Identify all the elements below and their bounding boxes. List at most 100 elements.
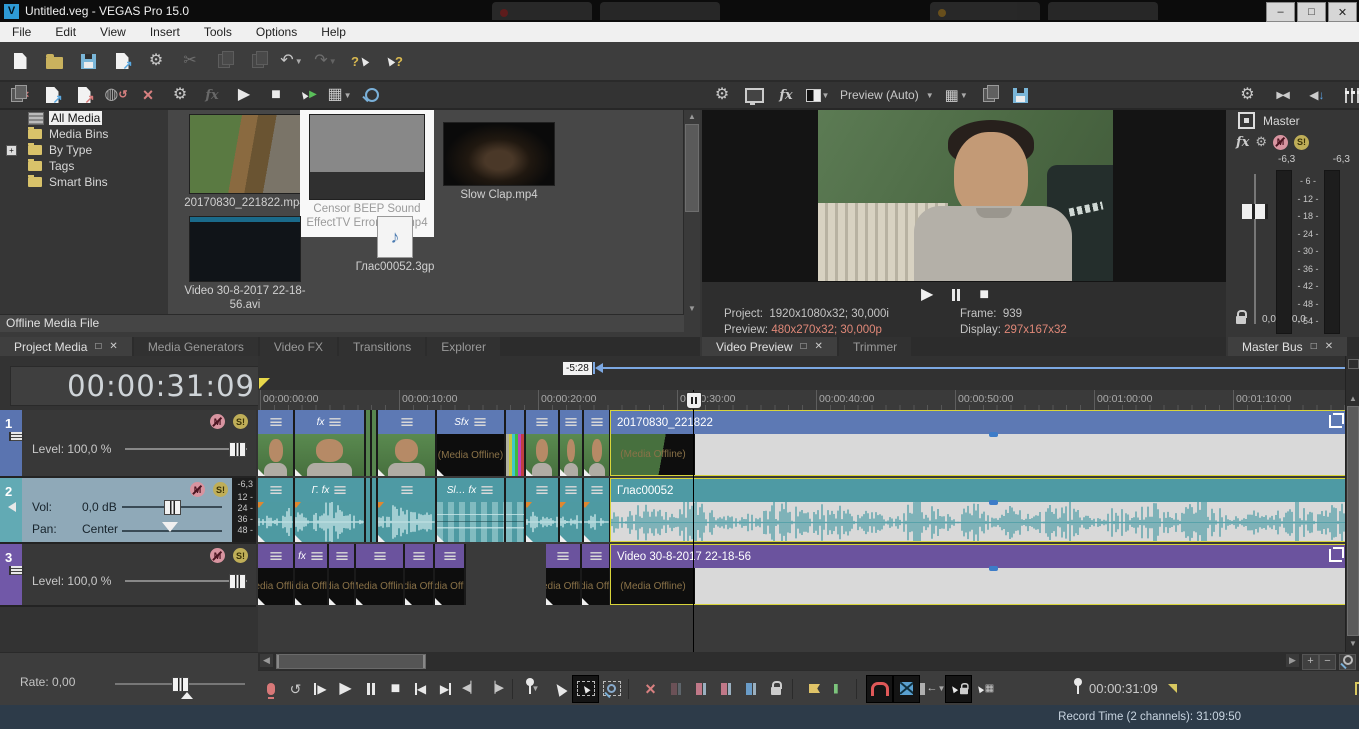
- go-to-start-icon[interactable]: ◀: [408, 676, 433, 702]
- menu-item-insert[interactable]: Insert: [138, 22, 192, 42]
- transport-timecode[interactable]: 00:00:31:09: [1089, 681, 1158, 696]
- play-icon[interactable]: ▶: [333, 676, 358, 702]
- media-scrollbar[interactable]: ▲ ▼: [683, 110, 700, 315]
- external-monitor-icon[interactable]: [740, 81, 768, 109]
- master-fader-handle[interactable]: [1242, 204, 1268, 219]
- master-fx-icon[interactable]: fx: [1236, 135, 1249, 150]
- timeline-clip[interactable]: [584, 410, 611, 476]
- new-project-icon[interactable]: [6, 47, 34, 75]
- timeline-clip[interactable]: (Media Offline): [582, 544, 611, 605]
- timeline-clip-selected[interactable]: Глас00052: [610, 478, 1345, 542]
- track2-volume-slider[interactable]: [122, 500, 222, 515]
- record-icon[interactable]: [258, 676, 283, 702]
- timeline-clip[interactable]: [506, 410, 526, 476]
- zoom-tool-icon[interactable]: [1339, 654, 1356, 670]
- insert-region-icon[interactable]: [827, 676, 852, 702]
- timeline-clip[interactable]: fx(Media Offline): [295, 544, 329, 605]
- previous-frame-icon[interactable]: ◀▏: [458, 676, 483, 702]
- timeline-clip[interactable]: [506, 478, 526, 542]
- tab-media-generators[interactable]: Media Generators: [133, 337, 258, 356]
- pan-crop-icon[interactable]: [1329, 415, 1342, 428]
- open-project-icon[interactable]: [40, 47, 68, 75]
- preview-quality-dropdown[interactable]: Preview (Auto) ▼: [840, 88, 935, 102]
- import-media-icon[interactable]: [38, 81, 66, 109]
- lock-event-icon[interactable]: [763, 676, 788, 702]
- auto-crossfade-icon[interactable]: [893, 674, 920, 703]
- next-frame-icon[interactable]: ▕▶: [483, 676, 508, 702]
- enable-snapping-icon[interactable]: [866, 674, 893, 703]
- pan-crop-icon[interactable]: [1329, 549, 1342, 562]
- timeline-clip[interactable]: [258, 410, 295, 476]
- whats-this-help-icon[interactable]: ?: [380, 47, 408, 75]
- expand-icon[interactable]: +: [6, 144, 17, 156]
- go-to-end-icon[interactable]: ▶: [433, 676, 458, 702]
- menu-item-edit[interactable]: Edit: [43, 22, 88, 42]
- downmix-output-icon[interactable]: ▶◀: [1269, 81, 1296, 109]
- timeline-clip[interactable]: (Media Offline): [258, 544, 295, 605]
- overlays-icon[interactable]: ▦ ▼: [943, 81, 971, 109]
- fader-lock-icon[interactable]: [1236, 309, 1247, 324]
- marker-bar[interactable]: -5:28: [258, 356, 1345, 390]
- track3-level-slider[interactable]: [125, 574, 247, 589]
- restore-tab-icon[interactable]: □: [801, 341, 807, 352]
- mixer-preview-fader-icon[interactable]: [1338, 81, 1359, 109]
- save-snapshot-icon[interactable]: [1007, 81, 1035, 109]
- undo-icon[interactable]: ↶ ▼: [278, 47, 306, 75]
- timeline-clip[interactable]: (Media Offline): [435, 544, 466, 605]
- stop-preview-icon[interactable]: ■: [262, 81, 290, 109]
- auto-preview-icon[interactable]: ▶: [294, 81, 322, 109]
- automation-settings-icon[interactable]: [1255, 134, 1267, 150]
- timeline-clip[interactable]: fx: [295, 410, 366, 476]
- save-project-icon[interactable]: [74, 47, 102, 75]
- media-item[interactable]: 20170830_221822.mp4: [182, 114, 308, 211]
- pause-icon[interactable]: [358, 676, 383, 702]
- track2-mute-icon[interactable]: M: [190, 482, 205, 497]
- zoom-in-timeline-icon[interactable]: +: [1302, 654, 1319, 670]
- tab-trimmer[interactable]: Trimmer: [838, 337, 912, 356]
- remove-media-icon[interactable]: ×: [134, 81, 162, 109]
- timeline-clip[interactable]: [258, 478, 295, 542]
- timeline-clip[interactable]: [560, 478, 584, 542]
- tab-project-media[interactable]: Project Media □ ✕: [0, 337, 132, 356]
- timecode-dropdown-icon[interactable]: [1167, 684, 1177, 693]
- master-mute-icon[interactable]: M: [1273, 134, 1288, 150]
- dim-output-icon[interactable]: ◀↓: [1304, 81, 1331, 109]
- track1-mute-icon[interactable]: M: [210, 414, 225, 429]
- timeline-clip[interactable]: [378, 478, 437, 542]
- timeline-clip[interactable]: [378, 410, 437, 476]
- close-tab-icon[interactable]: ✕: [815, 341, 823, 352]
- scroll-left-icon[interactable]: ◀: [260, 654, 273, 667]
- zoom-edit-tool-icon[interactable]: [599, 676, 624, 702]
- track1-level-slider[interactable]: [125, 442, 247, 457]
- lock-envelopes-icon[interactable]: [945, 674, 972, 703]
- split-screen-view-icon[interactable]: ▼: [804, 81, 832, 109]
- timeline-clip-selected[interactable]: Video 30-8-2017 22-18-56 (Media Offline): [610, 544, 1345, 605]
- envelope-tool-icon[interactable]: ▼: [522, 676, 547, 702]
- tab-video-fx[interactable]: Video FX: [259, 337, 338, 356]
- menu-item-file[interactable]: File: [0, 22, 43, 42]
- track3-mute-icon[interactable]: M: [210, 548, 225, 563]
- copy-snapshot-icon[interactable]: [975, 81, 1003, 109]
- slip-icon[interactable]: [713, 676, 738, 702]
- export-media-icon[interactable]: [70, 81, 98, 109]
- track1-solo-icon[interactable]: S!: [233, 414, 248, 429]
- tab-master-bus[interactable]: Master Bus □ ✕: [1228, 337, 1348, 356]
- media-item[interactable]: Slow Clap.mp4: [436, 122, 562, 203]
- render-as-icon[interactable]: [108, 47, 136, 75]
- timeline-clip[interactable]: [526, 410, 560, 476]
- minimize-track-height-icon[interactable]: [1348, 359, 1359, 369]
- slide-icon[interactable]: [738, 676, 763, 702]
- track1-clips-row[interactable]: fx Sfx (Media Offline) 20170830_221822 (Medi…: [258, 410, 1345, 476]
- timeline-content[interactable]: -5:28 00:00:00:00 00:00:10:00 00:00:20:00 0…: [258, 356, 1345, 652]
- sidebar-item-smart-bins[interactable]: Smart Bins: [0, 174, 168, 190]
- timeline-clip[interactable]: Г. fx: [295, 478, 366, 542]
- close-tab-icon[interactable]: ✕: [109, 341, 117, 352]
- timeline-clip[interactable]: [526, 478, 560, 542]
- track2-clips-row[interactable]: Г. fx Sl… fx Глас00052: [258, 478, 1345, 542]
- timeline-clip[interactable]: (Media Offline): [546, 544, 582, 605]
- loop-region-icon[interactable]: [1352, 676, 1359, 702]
- media-properties-icon[interactable]: ⚙: [166, 81, 194, 109]
- track-header-3[interactable]: 3 M S! Level: 100,0 %: [0, 544, 256, 607]
- timeline-clip[interactable]: [584, 478, 611, 542]
- ignore-event-grouping-icon[interactable]: ▦: [972, 676, 997, 702]
